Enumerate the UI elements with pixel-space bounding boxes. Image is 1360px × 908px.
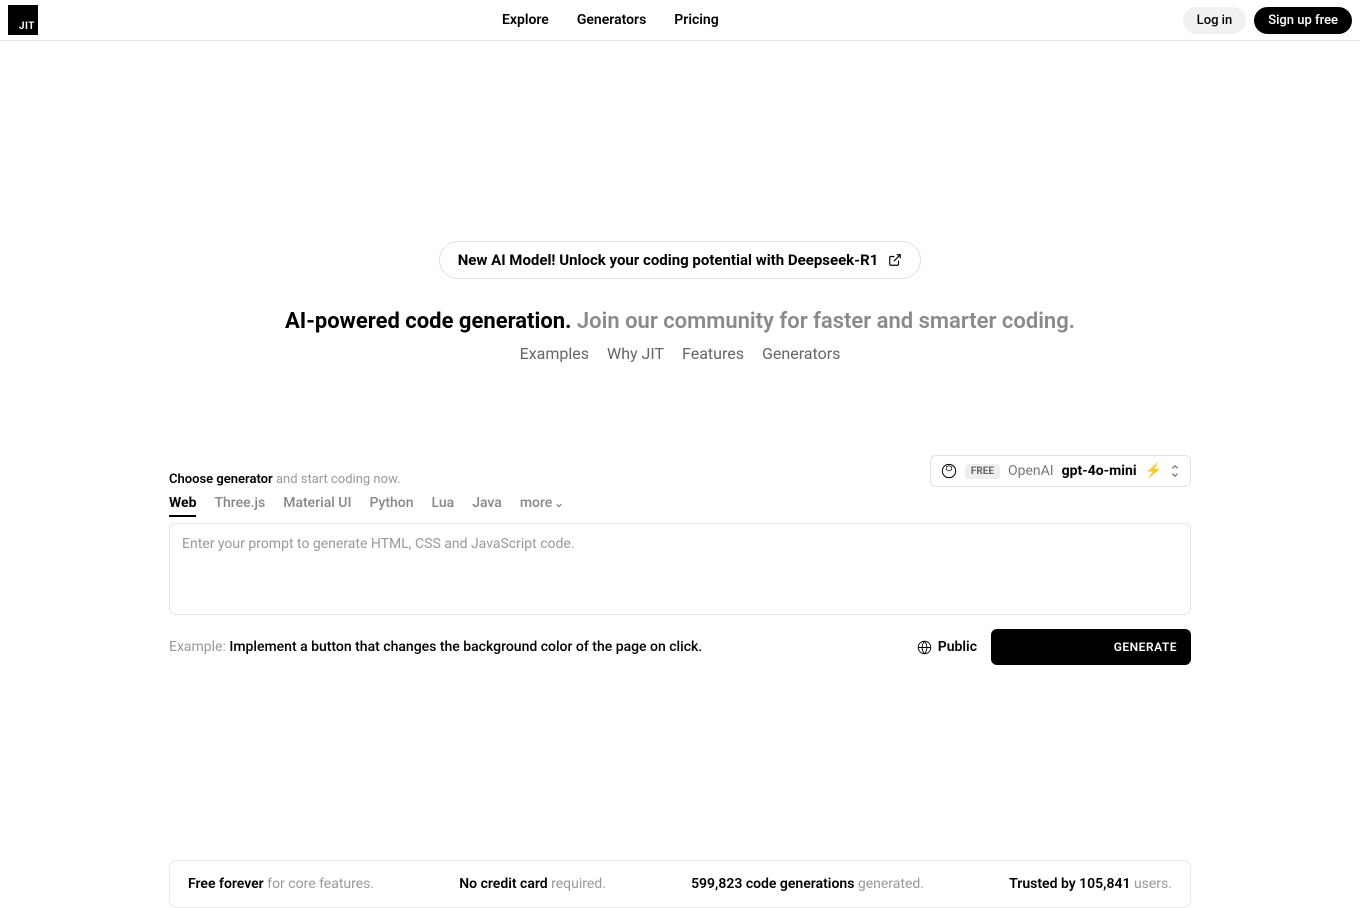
choose-rest: and start coding now. — [273, 472, 401, 487]
globe-icon — [917, 640, 932, 655]
stat-generations: 599,823 code generations generated. — [691, 876, 924, 892]
external-link-icon — [888, 253, 902, 267]
tab-java[interactable]: Java — [472, 495, 502, 517]
tagline: AI-powered code generation. Join our com… — [0, 309, 1360, 334]
selector-icon — [1170, 464, 1180, 478]
hero: New AI Model! Unlock your coding potenti… — [0, 41, 1360, 363]
login-button[interactable]: Log in — [1183, 7, 1247, 34]
nav-pricing[interactable]: Pricing — [674, 12, 718, 28]
logo[interactable]: JIT — [8, 5, 38, 35]
openai-icon — [941, 463, 957, 479]
nav-generators[interactable]: Generators — [577, 12, 646, 28]
choose-generator-label: Choose generator and start coding now. — [169, 472, 400, 487]
visibility-label: Public — [938, 639, 977, 655]
auth-buttons: Log in Sign up free — [1183, 7, 1352, 34]
sub-nav: Examples Why JIT Features Generators — [0, 344, 1360, 363]
tagline-sub: Join our community for faster and smarte… — [577, 309, 1075, 334]
generator-tabs: Web Three.js Material UI Python Lua Java… — [169, 495, 1191, 517]
stat-nocard: No credit card required. — [459, 876, 606, 892]
choose-bold: Choose generator — [169, 472, 273, 487]
model-free-badge: FREE — [965, 464, 1000, 479]
subnav-why[interactable]: Why JIT — [607, 344, 664, 363]
nav-explore[interactable]: Explore — [502, 12, 549, 28]
model-name: gpt-4o-mini — [1062, 463, 1137, 479]
header: JIT Explore Generators Pricing Log in Si… — [0, 0, 1360, 41]
generate-button[interactable]: GENERATE — [991, 629, 1191, 665]
tab-web[interactable]: Web — [169, 495, 196, 517]
stat-free: Free forever for core features. — [188, 876, 374, 892]
subnav-generators[interactable]: Generators — [762, 344, 840, 363]
tab-python[interactable]: Python — [369, 495, 413, 517]
stat-users: Trusted by 105,841 users. — [1009, 876, 1172, 892]
model-vendor: OpenAI — [1008, 463, 1054, 479]
banner-text: New AI Model! Unlock your coding potenti… — [458, 251, 879, 269]
more-label: more — [520, 495, 552, 514]
chevron-down-icon — [555, 501, 563, 509]
model-selector[interactable]: FREE OpenAI gpt-4o-mini ⚡ — [930, 455, 1191, 487]
tab-threejs[interactable]: Three.js — [214, 495, 265, 517]
stats-bar: Free forever for core features. No credi… — [169, 860, 1191, 908]
bolt-icon: ⚡ — [1145, 463, 1162, 479]
main-nav: Explore Generators Pricing — [38, 12, 1183, 28]
example-text[interactable]: Implement a button that changes the back… — [229, 639, 702, 655]
visibility-toggle[interactable]: Public — [917, 639, 977, 655]
generator-panel: Choose generator and start coding now. F… — [169, 455, 1191, 665]
subnav-features[interactable]: Features — [682, 344, 744, 363]
tab-more[interactable]: more — [520, 495, 563, 517]
tagline-main: AI-powered code generation. — [285, 309, 571, 334]
subnav-examples[interactable]: Examples — [520, 344, 589, 363]
prompt-input[interactable] — [169, 523, 1191, 615]
tab-materialui[interactable]: Material UI — [283, 495, 351, 517]
example-row: Example: Implement a button that changes… — [169, 639, 903, 655]
signup-button[interactable]: Sign up free — [1254, 7, 1352, 34]
announcement-banner[interactable]: New AI Model! Unlock your coding potenti… — [439, 241, 922, 279]
tab-lua[interactable]: Lua — [432, 495, 455, 517]
example-label: Example: — [169, 639, 226, 655]
